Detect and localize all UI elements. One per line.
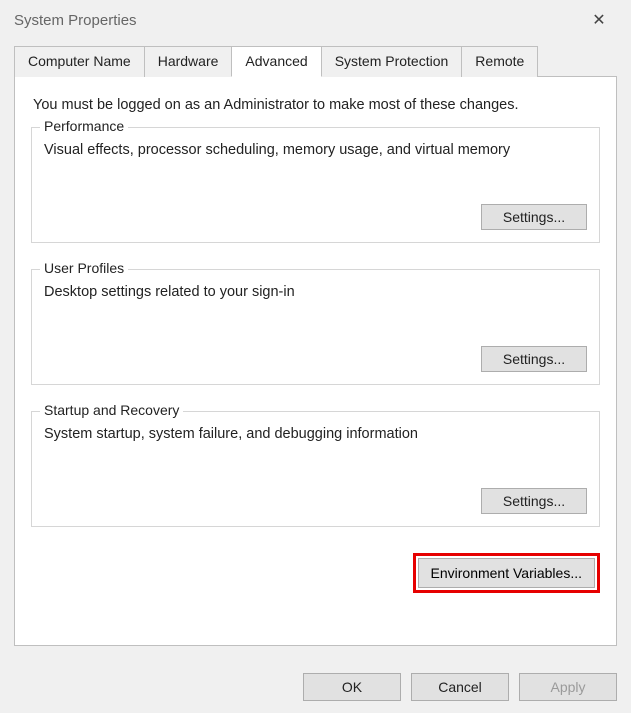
group-performance-label: Performance <box>40 118 128 134</box>
tab-remote[interactable]: Remote <box>461 46 538 77</box>
startup-recovery-settings-button[interactable]: Settings... <box>481 488 587 514</box>
group-startup-recovery-label: Startup and Recovery <box>40 402 183 418</box>
environment-variables-button[interactable]: Environment Variables... <box>418 558 595 588</box>
system-properties-window: System Properties ✕ Computer Name Hardwa… <box>0 0 631 713</box>
tab-advanced[interactable]: Advanced <box>231 46 321 77</box>
admin-notice-text: You must be logged on as an Administrato… <box>33 97 600 113</box>
tab-computer-name[interactable]: Computer Name <box>14 46 145 77</box>
group-performance-desc: Visual effects, processor scheduling, me… <box>44 142 587 158</box>
tab-panel-advanced: You must be logged on as an Administrato… <box>14 76 617 646</box>
user-profiles-settings-button[interactable]: Settings... <box>481 346 587 372</box>
group-performance-btnrow: Settings... <box>44 204 587 230</box>
apply-button[interactable]: Apply <box>519 673 617 701</box>
group-user-profiles: User Profiles Desktop settings related t… <box>31 269 600 385</box>
titlebar: System Properties ✕ <box>0 0 631 40</box>
tab-system-protection[interactable]: System Protection <box>321 46 463 77</box>
close-icon[interactable]: ✕ <box>579 5 619 35</box>
group-startup-recovery-desc: System startup, system failure, and debu… <box>44 426 587 442</box>
group-user-profiles-label: User Profiles <box>40 260 128 276</box>
env-variables-row: Environment Variables... <box>31 553 600 593</box>
group-user-profiles-desc: Desktop settings related to your sign-in <box>44 284 587 300</box>
env-variables-highlight: Environment Variables... <box>413 553 600 593</box>
group-startup-recovery-btnrow: Settings... <box>44 488 587 514</box>
performance-settings-button[interactable]: Settings... <box>481 204 587 230</box>
cancel-button[interactable]: Cancel <box>411 673 509 701</box>
ok-button[interactable]: OK <box>303 673 401 701</box>
tab-strip: Computer Name Hardware Advanced System P… <box>14 46 617 77</box>
group-user-profiles-btnrow: Settings... <box>44 346 587 372</box>
group-performance: Performance Visual effects, processor sc… <box>31 127 600 243</box>
tab-hardware[interactable]: Hardware <box>144 46 233 77</box>
dialog-footer: OK Cancel Apply <box>303 673 617 701</box>
group-startup-recovery: Startup and Recovery System startup, sys… <box>31 411 600 527</box>
window-title: System Properties <box>14 12 137 29</box>
